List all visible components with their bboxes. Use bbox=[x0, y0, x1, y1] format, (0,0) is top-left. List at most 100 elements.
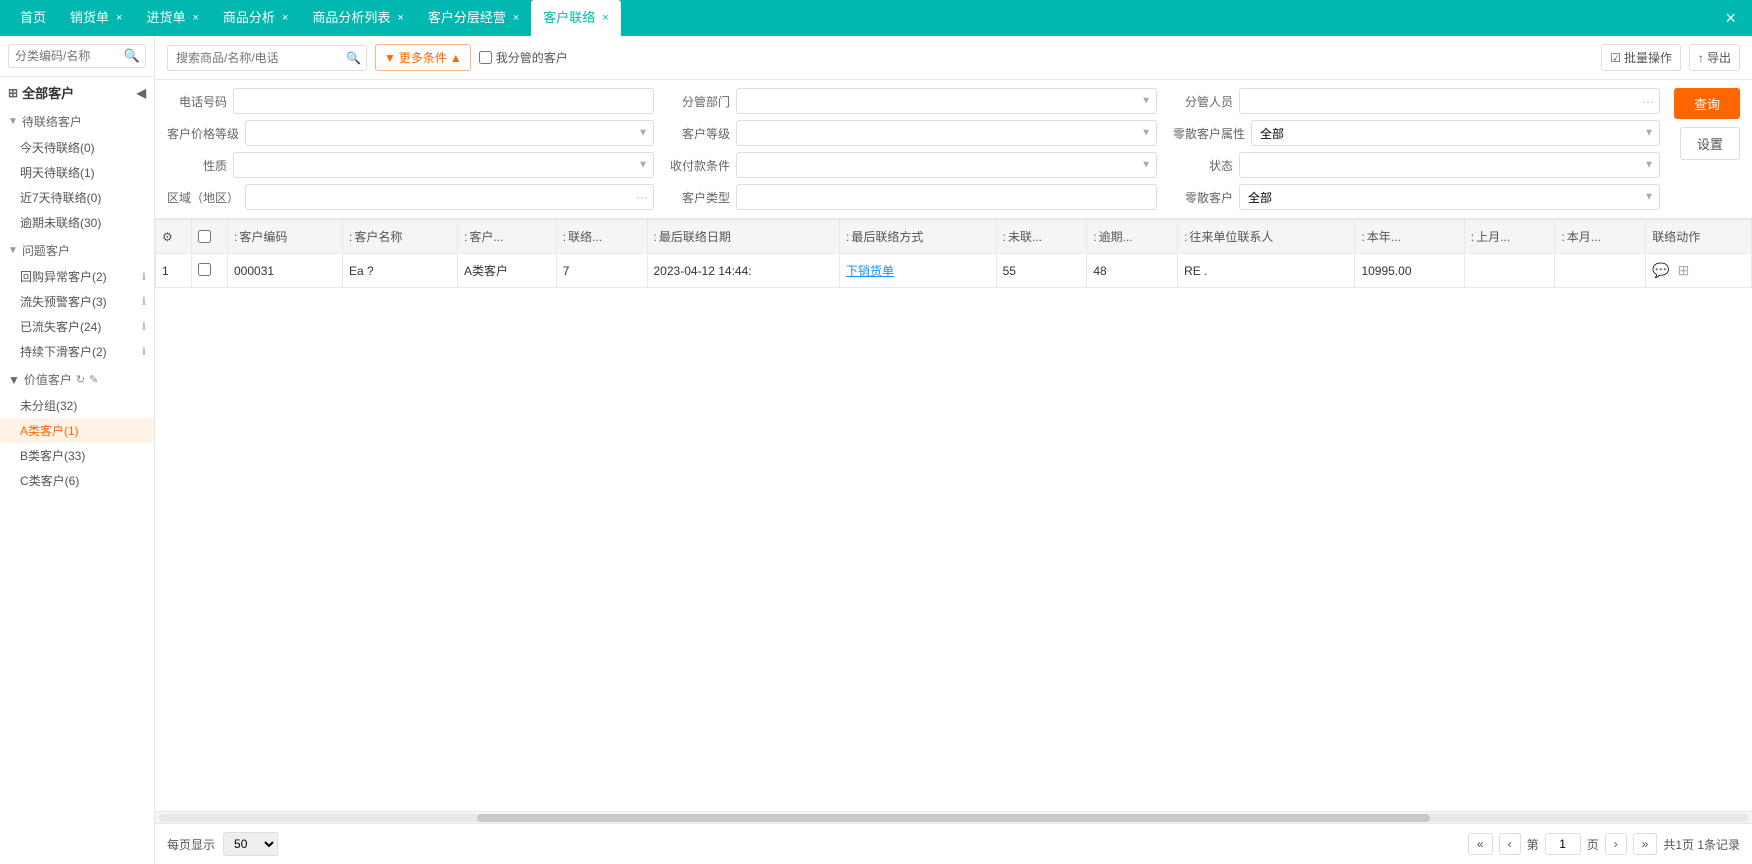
link-icon[interactable]: ⊞ bbox=[1678, 262, 1690, 279]
filter-search-input[interactable] bbox=[167, 45, 367, 71]
page-number-input[interactable] bbox=[1545, 833, 1581, 855]
bottom-bar: 每页显示 20 50 100 200 « ‹ 第 页 › » 共1页 1条记录 bbox=[155, 823, 1752, 864]
filter-region-input[interactable] bbox=[245, 184, 654, 210]
td-last-contact-date: 2023-04-12 14:44: bbox=[647, 254, 840, 288]
my-customers-checkbox[interactable]: 我分管的客户 bbox=[479, 49, 568, 66]
sidebar-item-declining[interactable]: 持续下滑客户(2) ℹ bbox=[0, 339, 154, 364]
scrollbar-thumb[interactable] bbox=[477, 814, 1430, 822]
th-level: : 客户... bbox=[457, 220, 556, 254]
select-all-checkbox[interactable] bbox=[198, 230, 211, 243]
filter-department: 分管部门 ▼ bbox=[670, 88, 1157, 114]
filter-phone-input[interactable] bbox=[233, 88, 654, 114]
close-all-tabs[interactable]: × bbox=[1717, 8, 1744, 29]
filter-retail-customer-input[interactable] bbox=[1239, 184, 1660, 210]
checkbox-icon: ☑ bbox=[1610, 51, 1621, 65]
query-button[interactable]: 查询 bbox=[1674, 88, 1740, 119]
filter-price-level-input[interactable] bbox=[245, 120, 654, 146]
filter-row-3: 性质 ▼ 收付款条件 ▼ bbox=[167, 152, 1660, 178]
batch-operation-button[interactable]: ☑ 批量操作 bbox=[1601, 44, 1681, 71]
td-no-contact: 55 bbox=[996, 254, 1087, 288]
th-settings[interactable]: ⚙ bbox=[156, 220, 192, 254]
first-page-button[interactable]: « bbox=[1468, 833, 1493, 855]
close-product-analysis[interactable]: × bbox=[282, 0, 288, 36]
sidebar-item-7days[interactable]: 近7天待联络(0) bbox=[0, 185, 154, 210]
value-customers-header[interactable]: ▼ 价值客户 ↻ ✎ bbox=[0, 366, 154, 393]
sidebar-value-customers: ▼ 价值客户 ↻ ✎ 未分组(32) A类客户(1) B类客户(33) C类客户… bbox=[0, 366, 154, 493]
sidebar-item-b-class[interactable]: B类客户(33) bbox=[0, 443, 154, 468]
td-last-month bbox=[1464, 254, 1555, 288]
td-last-contact-method[interactable]: 下销货单 bbox=[840, 254, 997, 288]
nav-purchase-order[interactable]: 进货单 × bbox=[134, 0, 210, 36]
sidebar-collapse-icon[interactable]: ◀ bbox=[137, 86, 146, 100]
refresh-icon[interactable]: ↻ bbox=[76, 373, 85, 386]
help-icon-4: ℹ bbox=[142, 345, 146, 358]
sidebar-item-churned[interactable]: 已流失客户(24) ℹ bbox=[0, 314, 154, 339]
filter-phone-label: 电话号码 bbox=[167, 93, 227, 110]
filter-nature-input[interactable] bbox=[233, 152, 654, 178]
export-button[interactable]: ↑ 导出 bbox=[1689, 44, 1740, 71]
filter-customer-level-input[interactable] bbox=[736, 120, 1157, 146]
sidebar-group-header-pending[interactable]: ▼ 待联络客户 bbox=[0, 108, 154, 135]
filter-manager-input[interactable] bbox=[1239, 88, 1660, 114]
sidebar-all-customers[interactable]: ⊞ 全部客户 ◀ bbox=[0, 77, 154, 108]
td-overdue: 48 bbox=[1087, 254, 1178, 288]
help-icon-3: ℹ bbox=[142, 320, 146, 333]
close-purchase-order[interactable]: × bbox=[192, 0, 198, 36]
filter-retail-attr-input[interactable] bbox=[1251, 120, 1660, 146]
filter-customer-level-label: 客户等级 bbox=[670, 125, 730, 142]
more-filters-button[interactable]: ▼ 更多条件 ▲ bbox=[375, 44, 471, 71]
filter-nature: 性质 ▼ bbox=[167, 152, 654, 178]
nav-product-analysis[interactable]: 商品分析 × bbox=[211, 0, 300, 36]
filter-status: 状态 ▼ bbox=[1173, 152, 1660, 178]
edit-icon[interactable]: ✎ bbox=[89, 373, 98, 386]
help-icon-1: ℹ bbox=[142, 270, 146, 283]
sidebar-item-overdue[interactable]: 逾期未联络(30) bbox=[0, 210, 154, 235]
nav-home[interactable]: 首页 bbox=[8, 0, 58, 36]
top-nav: 首页 销货单 × 进货单 × 商品分析 × 商品分析列表 × 客户分层经营 × … bbox=[0, 0, 1752, 36]
sidebar-group-header-problem[interactable]: ▼ 问题客户 bbox=[0, 237, 154, 264]
close-product-analysis-list[interactable]: × bbox=[397, 0, 403, 36]
sidebar-item-c-class[interactable]: C类客户(6) bbox=[0, 468, 154, 493]
filter-customer-type-input[interactable] bbox=[736, 184, 1157, 210]
nav-customer-contact[interactable]: 客户联络 × bbox=[531, 0, 620, 36]
filter-department-input[interactable] bbox=[736, 88, 1157, 114]
contact-method-link[interactable]: 下销货单 bbox=[846, 264, 894, 278]
page-size-select[interactable]: 20 50 100 200 bbox=[223, 832, 278, 856]
th-checkbox[interactable] bbox=[192, 220, 228, 254]
filter-search-button[interactable]: 🔍 bbox=[346, 51, 361, 65]
sidebar-item-a-class[interactable]: A类客户(1) bbox=[0, 418, 154, 443]
advanced-filters: 电话号码 分管部门 ▼ bbox=[155, 80, 1752, 219]
filter-payment-label: 收付款条件 bbox=[670, 157, 730, 174]
close-sales-order[interactable]: × bbox=[116, 0, 122, 36]
message-icon[interactable]: 💬 bbox=[1652, 262, 1669, 279]
nav-product-analysis-list[interactable]: 商品分析列表 × bbox=[300, 0, 415, 36]
my-customers-check[interactable] bbox=[479, 51, 492, 64]
td-current-year: 10995.00 bbox=[1355, 254, 1464, 288]
next-page-button[interactable]: › bbox=[1605, 833, 1627, 855]
th-last-contact-method: : 最后联络方式 bbox=[840, 220, 997, 254]
filter-payment-input[interactable] bbox=[736, 152, 1157, 178]
filter-bar: 🔍 ▼ 更多条件 ▲ 我分管的客户 ☑ 批量操作 ↑ 导出 bbox=[155, 36, 1752, 80]
close-customer-segment[interactable]: × bbox=[513, 0, 519, 36]
prev-page-button[interactable]: ‹ bbox=[1499, 833, 1521, 855]
scrollbar-track[interactable] bbox=[159, 814, 1748, 822]
filter-status-input[interactable] bbox=[1239, 152, 1660, 178]
filter-row-2: 客户价格等级 ▼ 客户等级 ▼ bbox=[167, 120, 1660, 146]
settings-button[interactable]: 设置 bbox=[1680, 127, 1740, 160]
horizontal-scrollbar[interactable] bbox=[155, 811, 1752, 823]
nav-sales-order[interactable]: 销货单 × bbox=[58, 0, 134, 36]
sidebar-item-repurchase-abnormal[interactable]: 回购异常客户(2) ℹ bbox=[0, 264, 154, 289]
last-page-button[interactable]: » bbox=[1633, 833, 1658, 855]
filter-row-1: 电话号码 分管部门 ▼ bbox=[167, 88, 1660, 114]
filter-search-wrap: 🔍 bbox=[167, 45, 367, 71]
close-customer-contact[interactable]: × bbox=[602, 0, 608, 36]
nav-customer-segment[interactable]: 客户分层经营 × bbox=[416, 0, 531, 36]
sidebar-item-unclassified[interactable]: 未分组(32) bbox=[0, 393, 154, 418]
sidebar-item-today[interactable]: 今天待联络(0) bbox=[0, 135, 154, 160]
sidebar-item-churn-warning[interactable]: 流失预警客户(3) ℹ bbox=[0, 289, 154, 314]
row-checkbox[interactable] bbox=[198, 263, 211, 276]
td-checkbox[interactable] bbox=[192, 254, 228, 288]
sidebar-item-tomorrow[interactable]: 明天待联络(1) bbox=[0, 160, 154, 185]
th-name: : 客户名称 bbox=[342, 220, 457, 254]
td-index: 1 bbox=[156, 254, 192, 288]
